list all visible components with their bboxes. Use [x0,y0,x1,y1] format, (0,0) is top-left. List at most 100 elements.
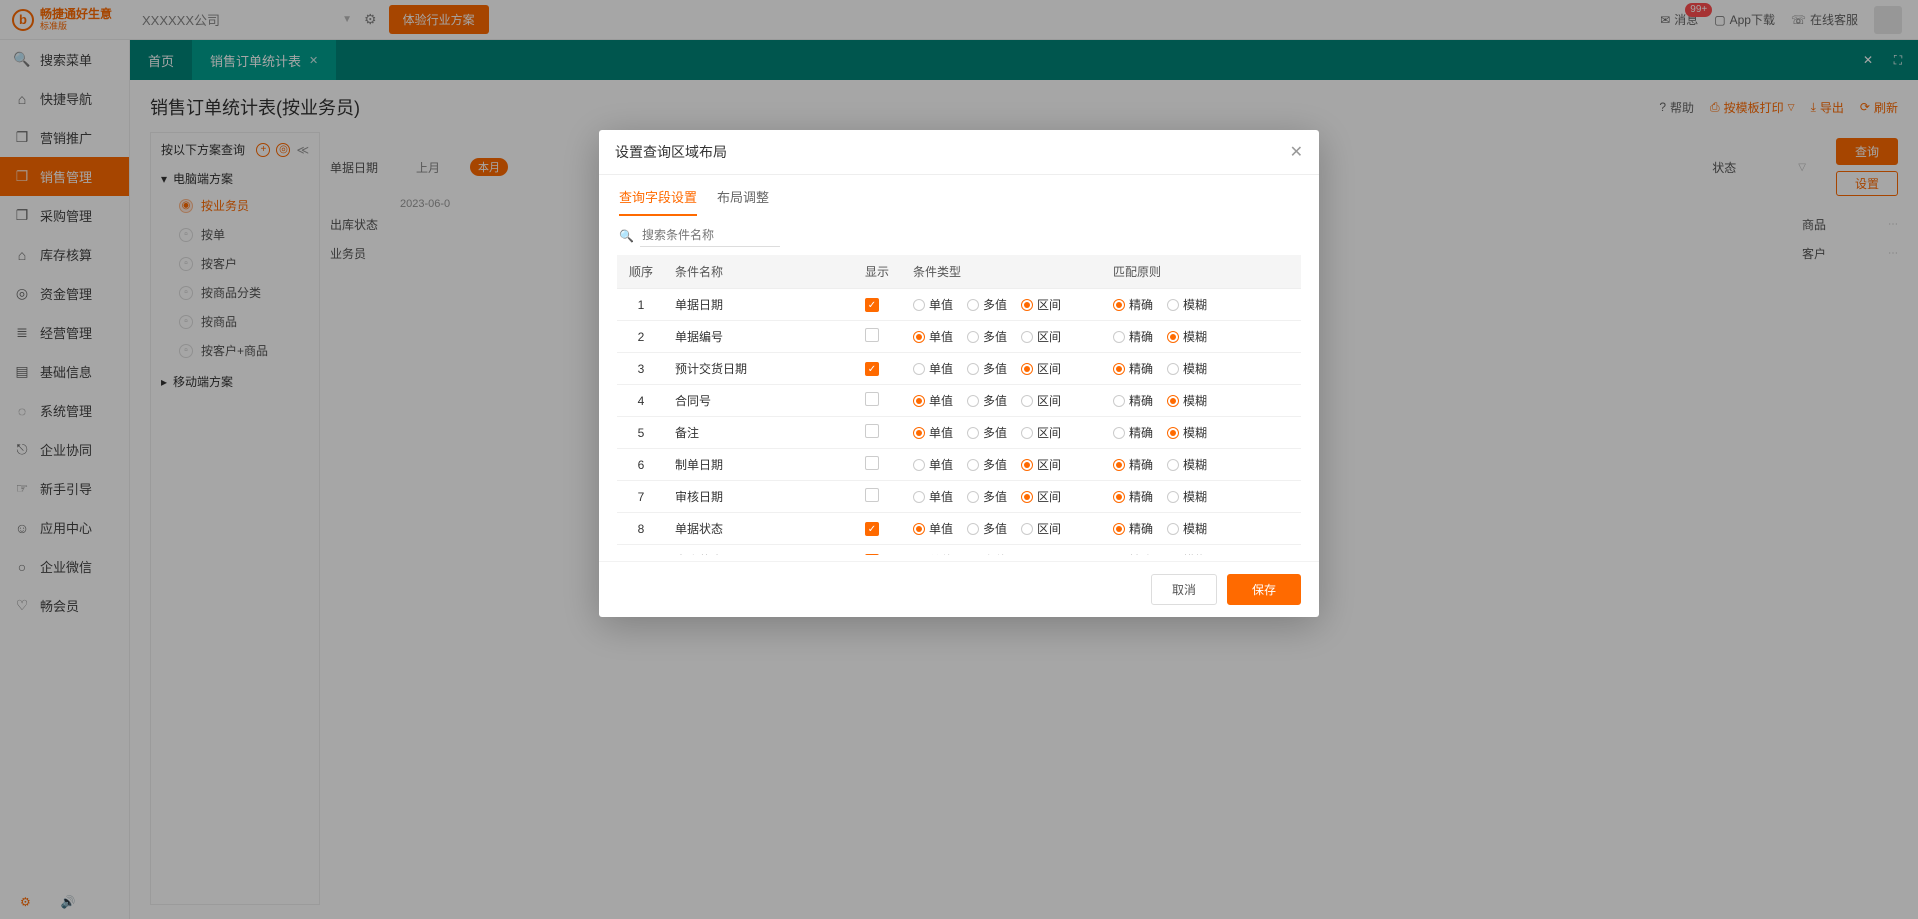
radio-option[interactable]: 多值 [967,552,1007,555]
cell-show [855,481,903,513]
query-layout-modal: 设置查询区域布局 ✕ 查询字段设置 布局调整 🔍 顺序 条件名称 显示 条件类型… [599,130,1319,617]
radio-option[interactable]: 模糊 [1167,424,1207,441]
table-row: 6制单日期单值多值区间精确模糊 [617,449,1301,481]
cell-seq: 9 [617,545,665,556]
cancel-button[interactable]: 取消 [1151,574,1217,605]
radio-option[interactable]: 精确 [1113,456,1153,473]
radio-option[interactable]: 多值 [967,488,1007,505]
radio-option[interactable]: 单值 [913,328,953,345]
save-button[interactable]: 保存 [1227,574,1301,605]
cell-show: ✓ [855,353,903,385]
radio-icon [1021,331,1033,343]
radio-icon [1113,331,1125,343]
show-checkbox[interactable]: ✓ [865,554,879,555]
radio-icon [967,363,979,375]
radio-option[interactable]: 多值 [967,328,1007,345]
radio-icon [967,459,979,471]
radio-icon [913,523,925,535]
cell-type: 单值多值区间 [903,353,1103,385]
radio-option[interactable]: 精确 [1113,392,1153,409]
radio-option[interactable]: 单值 [913,488,953,505]
radio-icon [913,299,925,311]
cell-seq: 3 [617,353,665,385]
radio-icon [1167,299,1179,311]
table-row: 5备注单值多值区间精确模糊 [617,417,1301,449]
show-checkbox[interactable] [865,328,879,342]
show-checkbox[interactable] [865,488,879,502]
radio-icon [1021,459,1033,471]
radio-option[interactable]: 单值 [913,296,953,313]
close-icon[interactable]: ✕ [1290,142,1303,162]
radio-option[interactable]: 模糊 [1167,552,1207,555]
radio-option[interactable]: 多值 [967,520,1007,537]
cell-name: 备注 [665,417,855,449]
show-checkbox[interactable] [865,424,879,438]
cell-show: ✓ [855,289,903,321]
radio-option[interactable]: 多值 [967,296,1007,313]
radio-option[interactable]: 区间 [1021,424,1061,441]
table-row: 9出库状态✓单值多值区间精确模糊 [617,545,1301,556]
radio-option[interactable]: 精确 [1113,360,1153,377]
cell-name: 合同号 [665,385,855,417]
radio-icon [1113,395,1125,407]
radio-icon [1021,395,1033,407]
radio-option[interactable]: 多值 [967,456,1007,473]
radio-icon [1113,299,1125,311]
radio-option[interactable]: 单值 [913,520,953,537]
radio-icon [1167,427,1179,439]
radio-icon [1113,523,1125,535]
radio-icon [913,363,925,375]
radio-icon [1167,555,1179,556]
radio-icon [913,555,925,556]
tab-field-settings[interactable]: 查询字段设置 [619,187,697,216]
show-checkbox[interactable] [865,392,879,406]
radio-option[interactable]: 单值 [913,552,953,555]
cell-name: 预计交货日期 [665,353,855,385]
radio-option[interactable]: 区间 [1021,360,1061,377]
tab-layout[interactable]: 布局调整 [717,187,769,216]
show-checkbox[interactable]: ✓ [865,298,879,312]
radio-option[interactable]: 区间 [1021,520,1061,537]
radio-option[interactable]: 精确 [1113,328,1153,345]
radio-option[interactable]: 单值 [913,456,953,473]
radio-option[interactable]: 模糊 [1167,520,1207,537]
show-checkbox[interactable]: ✓ [865,362,879,376]
radio-option[interactable]: 模糊 [1167,296,1207,313]
radio-icon [967,427,979,439]
cell-type: 单值多值区间 [903,321,1103,353]
radio-option[interactable]: 多值 [967,424,1007,441]
radio-option[interactable]: 模糊 [1167,456,1207,473]
radio-option[interactable]: 精确 [1113,552,1153,555]
radio-option[interactable]: 区间 [1021,552,1061,555]
radio-option[interactable]: 区间 [1021,296,1061,313]
cell-show: ✓ [855,513,903,545]
radio-option[interactable]: 单值 [913,360,953,377]
radio-option[interactable]: 单值 [913,392,953,409]
radio-option[interactable]: 多值 [967,392,1007,409]
radio-option[interactable]: 区间 [1021,328,1061,345]
radio-option[interactable]: 精确 [1113,488,1153,505]
radio-option[interactable]: 单值 [913,424,953,441]
radio-option[interactable]: 多值 [967,360,1007,377]
radio-option[interactable]: 模糊 [1167,360,1207,377]
radio-option[interactable]: 区间 [1021,392,1061,409]
cell-name: 单据日期 [665,289,855,321]
table-row: 3预计交货日期✓单值多值区间精确模糊 [617,353,1301,385]
cell-type: 单值多值区间 [903,449,1103,481]
radio-option[interactable]: 区间 [1021,456,1061,473]
radio-option[interactable]: 模糊 [1167,488,1207,505]
show-checkbox[interactable] [865,456,879,470]
radio-option[interactable]: 精确 [1113,296,1153,313]
radio-option[interactable]: 区间 [1021,488,1061,505]
radio-icon [913,491,925,503]
cell-seq: 1 [617,289,665,321]
radio-option[interactable]: 模糊 [1167,392,1207,409]
table-row: 2单据编号单值多值区间精确模糊 [617,321,1301,353]
show-checkbox[interactable]: ✓ [865,522,879,536]
radio-option[interactable]: 模糊 [1167,328,1207,345]
search-input[interactable] [640,224,780,247]
radio-icon [1021,363,1033,375]
radio-option[interactable]: 精确 [1113,424,1153,441]
cell-type: 单值多值区间 [903,385,1103,417]
radio-option[interactable]: 精确 [1113,520,1153,537]
